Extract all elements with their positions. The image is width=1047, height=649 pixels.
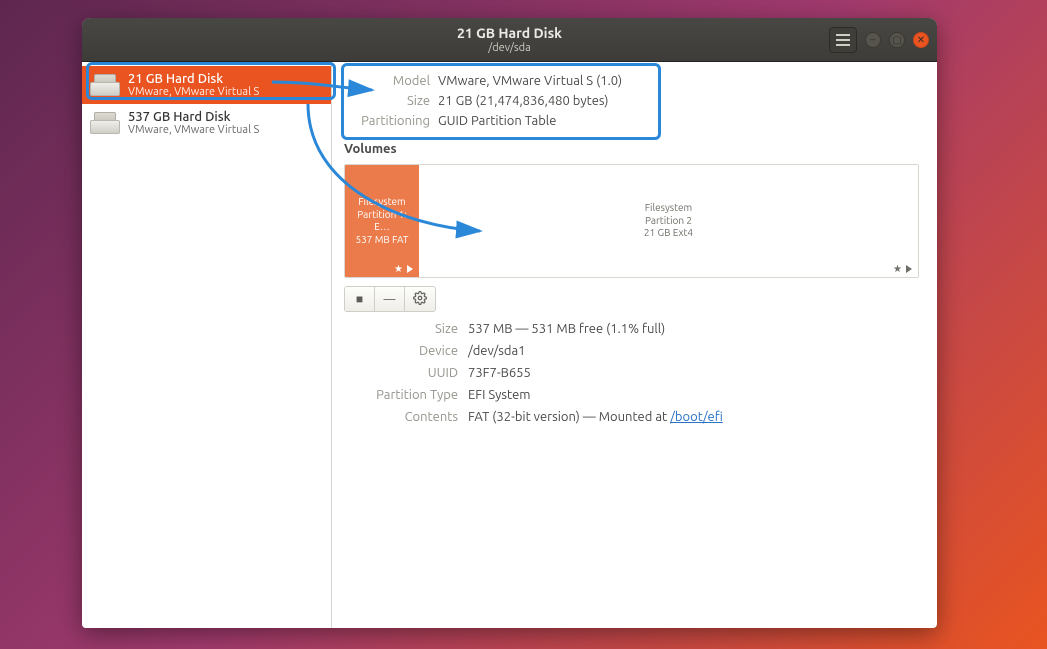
detail-device-label: Device (344, 344, 468, 358)
size-label: Size (342, 94, 438, 108)
volume-label: Filesystem (354, 196, 409, 209)
play-icon (407, 265, 413, 273)
detail-uuid: 73F7-B655 (468, 366, 919, 380)
disk-title: 537 GB Hard Disk (128, 110, 259, 124)
volume-label: 21 GB Ext4 (644, 227, 693, 240)
sidebar-disk-537gb[interactable]: 537 GB Hard Disk VMware, VMware Virtual … (82, 104, 331, 142)
detail-contents-label: Contents (344, 410, 468, 424)
window-title: 21 GB Hard Disk (82, 25, 937, 41)
partitioning-value: GUID Partition Table (438, 114, 919, 128)
detail-ptype-label: Partition Type (344, 388, 468, 402)
hard-disk-icon (90, 74, 120, 96)
contents-text: FAT (32-bit version) — Mounted at (468, 410, 670, 424)
hard-disk-icon (90, 112, 120, 134)
model-label: Model (342, 74, 438, 88)
size-value: 21 GB (21,474,836,480 bytes) (438, 94, 919, 108)
disk-subtitle: VMware, VMware Virtual S (128, 124, 259, 136)
detail-device: /dev/sda1 (468, 344, 919, 358)
window-minimize-button[interactable]: – (865, 32, 881, 48)
play-icon (906, 265, 912, 273)
partitioning-label: Partitioning (342, 114, 438, 128)
sidebar: 21 GB Hard Disk VMware, VMware Virtual S… (82, 62, 332, 628)
window-close-button[interactable]: ✕ (913, 32, 929, 48)
partition-options-button[interactable] (405, 287, 435, 311)
hamburger-menu-button[interactable] (829, 27, 857, 53)
volume-label: Partition 2 (645, 215, 692, 228)
detail-size: 537 MB — 531 MB free (1.1% full) (468, 322, 919, 336)
volume-label: Filesystem (645, 202, 692, 215)
disks-window: 21 GB Hard Disk /dev/sda – ▢ ✕ 21 GB Har… (82, 18, 937, 628)
detail-ptype: EFI System (468, 388, 919, 402)
volume-toolbar: ■ — (344, 286, 436, 312)
detail-uuid-label: UUID (344, 366, 468, 380)
disk-title: 21 GB Hard Disk (128, 72, 259, 86)
model-value: VMware, VMware Virtual S (1.0) (438, 74, 919, 88)
partition-details: Size 537 MB — 531 MB free (1.1% full) De… (344, 322, 919, 424)
window-subtitle: /dev/sda (82, 42, 937, 54)
mount-point-link[interactable]: /boot/efi (670, 410, 723, 424)
volumes-heading: Volumes (344, 142, 919, 156)
titlebar: 21 GB Hard Disk /dev/sda – ▢ ✕ (82, 18, 937, 62)
volume-label: Partition 1: E… (345, 209, 419, 234)
volume-partition-2[interactable]: Filesystem Partition 2 21 GB Ext4 ★ (419, 165, 918, 277)
detail-contents: FAT (32-bit version) — Mounted at /boot/… (468, 410, 919, 424)
volumes-diagram: Filesystem Partition 1: E… 537 MB FAT ★ … (344, 164, 919, 278)
sidebar-disk-21gb[interactable]: 21 GB Hard Disk VMware, VMware Virtual S (82, 66, 331, 104)
volume-label: 537 MB FAT (352, 234, 413, 247)
star-icon: ★ (893, 263, 902, 275)
window-maximize-button[interactable]: ▢ (889, 32, 905, 48)
detail-size-label: Size (344, 322, 468, 336)
disk-subtitle: VMware, VMware Virtual S (128, 86, 259, 98)
delete-partition-button[interactable]: — (375, 287, 405, 311)
detail-pane: Model VMware, VMware Virtual S (1.0) Siz… (332, 62, 937, 628)
star-icon: ★ (394, 263, 403, 275)
unmount-button[interactable]: ■ (345, 287, 375, 311)
gear-icon (413, 291, 427, 308)
main-content: 21 GB Hard Disk VMware, VMware Virtual S… (82, 62, 937, 628)
disk-info-table: Model VMware, VMware Virtual S (1.0) Siz… (342, 74, 919, 128)
volume-partition-1[interactable]: Filesystem Partition 1: E… 537 MB FAT ★ (345, 165, 419, 277)
